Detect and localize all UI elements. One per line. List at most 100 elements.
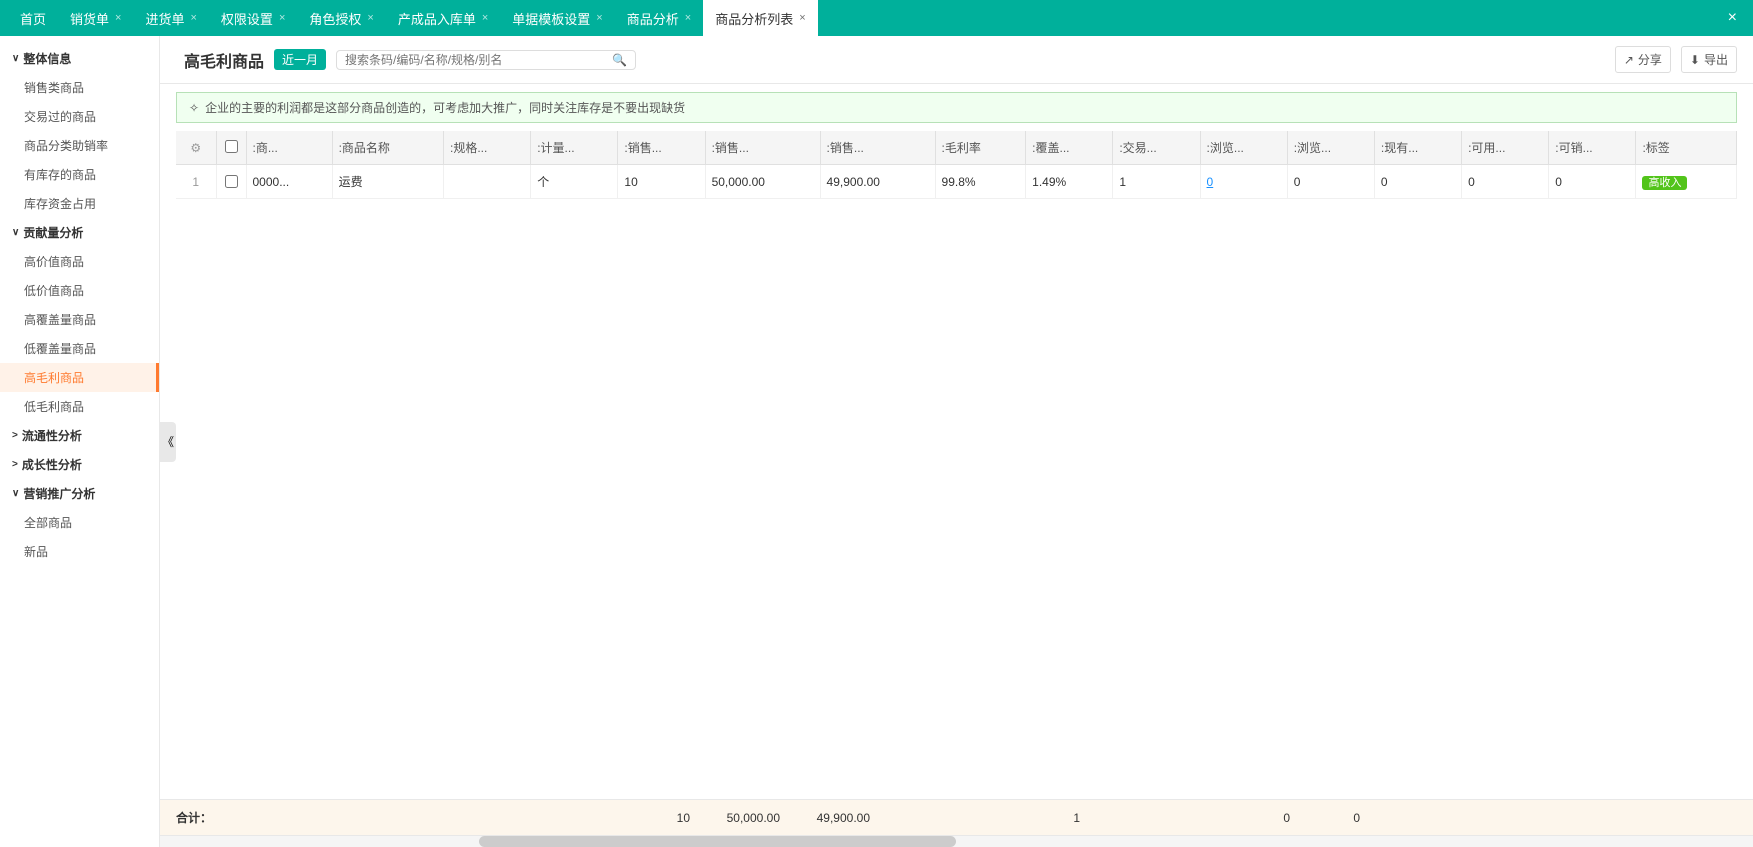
nav-close-icon[interactable]: ×	[367, 12, 373, 24]
col-header-tag[interactable]: :标签	[1636, 131, 1737, 165]
row-checkbox[interactable]	[225, 175, 238, 188]
share-button[interactable]: ↗ 分享	[1615, 46, 1671, 73]
sidebar-section-贡献量分析[interactable]: ∨贡献量分析	[0, 218, 159, 247]
footer-cell: 49,900.00	[786, 811, 876, 825]
tip-text: 企业的主要的利润都是这部分商品创造的，可考虑加大推广，同时关注库存是不要出现缺货	[205, 99, 685, 116]
cell-current_stock: 0	[1374, 165, 1461, 199]
footer-cell	[1086, 811, 1156, 825]
total-label: 合计：	[176, 809, 236, 826]
sidebar-item-高价值商品[interactable]: 高价值商品	[0, 247, 159, 276]
time-filter-button[interactable]: 近一月	[274, 49, 326, 70]
collapse-icon: 《	[162, 433, 174, 450]
footer-cell: 0	[1296, 811, 1366, 825]
search-icon[interactable]: 🔍	[612, 53, 627, 67]
sidebar-item-低毛利商品[interactable]: 低毛利商品	[0, 392, 159, 421]
nav-item-首页[interactable]: 首页	[8, 0, 58, 36]
sidebar-section-整体信息[interactable]: ∨整体信息	[0, 44, 159, 73]
scrollbar-thumb[interactable]	[479, 836, 957, 847]
share-icon: ↗	[1624, 53, 1634, 67]
share-label: 分享	[1638, 51, 1662, 68]
sidebar-item-高覆盖量商品[interactable]: 高覆盖量商品	[0, 305, 159, 334]
sidebar-item-低覆盖量商品[interactable]: 低覆盖量商品	[0, 334, 159, 363]
export-button[interactable]: ⬇ 导出	[1681, 46, 1737, 73]
section-label: 流通性分析	[22, 427, 82, 444]
section-label: 营销推广分析	[23, 485, 95, 502]
settings-icon[interactable]: ⚙	[190, 141, 201, 155]
search-input[interactable]	[345, 53, 612, 67]
sidebar-section-成长性分析[interactable]: >成长性分析	[0, 450, 159, 479]
col-header-current_stock[interactable]: :现有...	[1374, 131, 1461, 165]
col-header-transaction[interactable]: :交易...	[1113, 131, 1200, 165]
footer-cell: 0	[1226, 811, 1296, 825]
select-all-checkbox[interactable]	[225, 140, 238, 153]
cell-browse1[interactable]: 0	[1200, 165, 1287, 199]
cell-available_stock: 0	[1462, 165, 1549, 199]
sidebar-item-交易过的商品[interactable]: 交易过的商品	[0, 102, 159, 131]
cell-checkbox[interactable]	[216, 165, 246, 199]
col-header-coverage[interactable]: :覆盖...	[1026, 131, 1113, 165]
content-header: 高毛利商品 近一月 🔍 ↗ 分享 ⬇ 导出	[160, 36, 1753, 84]
sidebar-item-低价值商品[interactable]: 低价值商品	[0, 276, 159, 305]
col-header-sales_cost[interactable]: :销售...	[820, 131, 935, 165]
col-header-available_stock[interactable]: :可用...	[1462, 131, 1549, 165]
col-header-checkbox[interactable]	[216, 131, 246, 165]
sidebar-item-库存资金占用[interactable]: 库存资金占用	[0, 189, 159, 218]
collapse-sidebar-button[interactable]: 《	[160, 422, 176, 462]
col-header-sales_amount[interactable]: :销售...	[705, 131, 820, 165]
nav-item-角色授权[interactable]: 角色授权×	[297, 0, 385, 36]
sidebar-item-销售类商品[interactable]: 销售类商品	[0, 73, 159, 102]
sidebar-item-全部商品[interactable]: 全部商品	[0, 508, 159, 537]
nav-close-icon[interactable]: ×	[482, 12, 488, 24]
footer-cell: 10	[636, 811, 696, 825]
tip-bar: ✧ 企业的主要的利润都是这部分商品创造的，可考虑加大推广，同时关注库存是不要出现…	[176, 92, 1737, 123]
col-header-browse1[interactable]: :浏览...	[1200, 131, 1287, 165]
cell-index: 1	[176, 165, 216, 199]
nav-item-商品分析列表[interactable]: 商品分析列表×	[703, 0, 817, 36]
sidebar-item-高毛利商品[interactable]: 高毛利商品	[0, 363, 159, 392]
col-header-sales_qty[interactable]: :销售...	[618, 131, 705, 165]
sidebar-section-流通性分析[interactable]: >流通性分析	[0, 421, 159, 450]
section-arrow: ∨	[12, 488, 19, 499]
col-header-unit[interactable]: :计量...	[531, 131, 618, 165]
nav-item-商品分析[interactable]: 商品分析×	[615, 0, 703, 36]
table-row: 10000...运费个1050,000.0049,900.0099.8%1.49…	[176, 165, 1737, 199]
sidebar-item-商品分类助销率[interactable]: 商品分类助销率	[0, 131, 159, 160]
table-container: ⚙:商...:商品名称:规格...:计量...:销售...:销售...:销售..…	[160, 131, 1753, 799]
col-header-sellable_stock[interactable]: :可销...	[1549, 131, 1636, 165]
nav-close-icon[interactable]: ×	[799, 12, 805, 24]
nav-item-单据模板设置[interactable]: 单据模板设置×	[500, 0, 614, 36]
col-header-name[interactable]: :商品名称	[332, 131, 443, 165]
col-header-settings[interactable]: ⚙	[176, 131, 216, 165]
nav-item-权限设置[interactable]: 权限设置×	[209, 0, 297, 36]
col-header-browse2[interactable]: :浏览...	[1287, 131, 1374, 165]
close-window-button[interactable]: ×	[1720, 9, 1745, 27]
sidebar: ∨整体信息销售类商品交易过的商品商品分类助销率有库存的商品库存资金占用∨贡献量分…	[0, 36, 160, 847]
cell-gross_margin: 99.8%	[935, 165, 1026, 199]
sidebar-section-营销推广分析[interactable]: ∨ 营销推广分析	[0, 479, 159, 508]
nav-item-产成品入库单[interactable]: 产成品入库单×	[386, 0, 500, 36]
cell-spec	[444, 165, 531, 199]
nav-item-进货单[interactable]: 进货单×	[133, 0, 208, 36]
col-header-code[interactable]: :商...	[246, 131, 332, 165]
top-nav: 首页销货单×进货单×权限设置×角色授权×产成品入库单×单据模板设置×商品分析×商…	[0, 0, 1753, 36]
col-header-gross_margin[interactable]: :毛利率	[935, 131, 1026, 165]
main-layout: ∨整体信息销售类商品交易过的商品商品分类助销率有库存的商品库存资金占用∨贡献量分…	[0, 36, 1753, 847]
footer-cell	[376, 811, 496, 825]
export-label: 导出	[1704, 51, 1728, 68]
content-area: 《 高毛利商品 近一月 🔍 ↗ 分享 ⬇ 导出 ✧ 企业的主要的利润都是这部分商…	[160, 36, 1753, 847]
nav-close-icon[interactable]: ×	[115, 12, 121, 24]
cell-code: 0000...	[246, 165, 332, 199]
sidebar-item-新品[interactable]: 新品	[0, 537, 159, 566]
nav-close-icon[interactable]: ×	[685, 12, 691, 24]
bottom-scrollbar[interactable]	[160, 835, 1753, 847]
nav-close-icon[interactable]: ×	[190, 12, 196, 24]
footer-cell	[306, 811, 376, 825]
nav-close-icon[interactable]: ×	[596, 12, 602, 24]
nav-close-icon[interactable]: ×	[279, 12, 285, 24]
browse-link[interactable]: 0	[1207, 175, 1214, 189]
col-header-spec[interactable]: :规格...	[444, 131, 531, 165]
nav-item-销货单[interactable]: 销货单×	[58, 0, 133, 36]
sidebar-item-有库存的商品[interactable]: 有库存的商品	[0, 160, 159, 189]
cell-browse2: 0	[1287, 165, 1374, 199]
data-table: ⚙:商...:商品名称:规格...:计量...:销售...:销售...:销售..…	[176, 131, 1737, 199]
